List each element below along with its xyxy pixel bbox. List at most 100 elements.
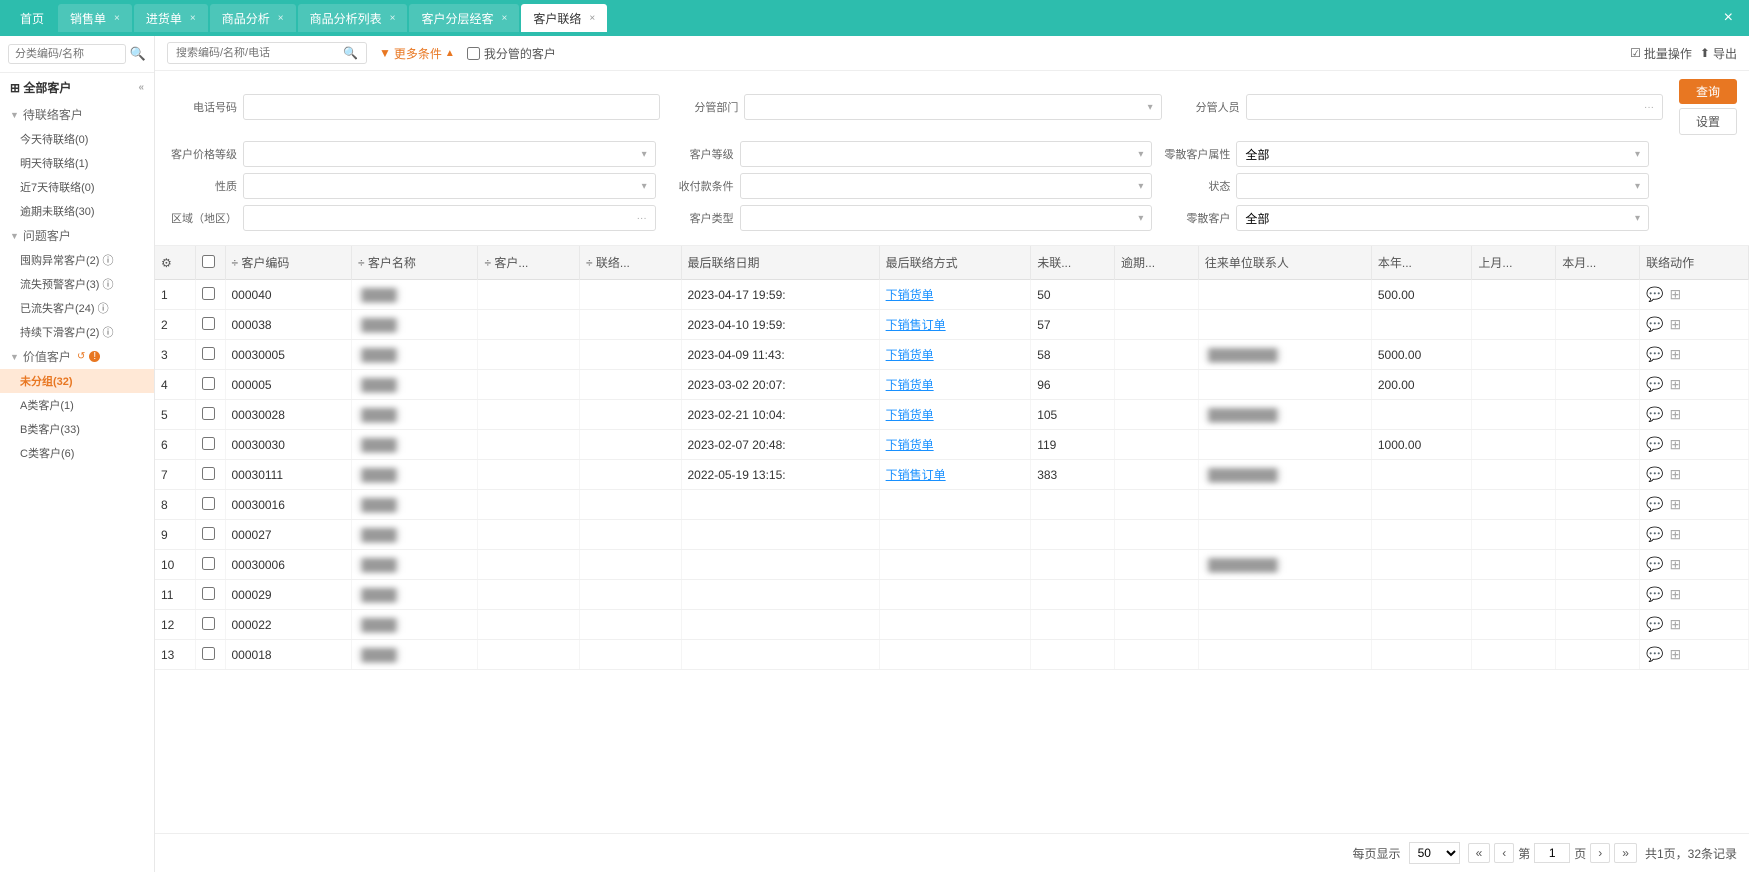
my-customers-checkbox[interactable] <box>467 47 480 60</box>
tab-customer-contact-close[interactable]: × <box>589 13 595 24</box>
filter-phone-input[interactable] <box>243 94 660 120</box>
row-checkbox[interactable] <box>202 587 215 600</box>
th-contact-person[interactable]: 往来单位联系人 <box>1198 246 1371 280</box>
chat-icon[interactable]: 💬 <box>1646 496 1663 513</box>
search-box[interactable]: 🔍 <box>167 42 367 64</box>
chat-icon[interactable]: 💬 <box>1646 316 1663 333</box>
chat-icon[interactable]: 💬 <box>1646 466 1663 483</box>
sidebar-item-tomorrow-pending[interactable]: 明天待联络(1) <box>0 151 154 175</box>
sidebar-search-input[interactable] <box>8 44 126 64</box>
row-checkbox[interactable] <box>202 317 215 330</box>
next-page-button[interactable]: › <box>1590 843 1610 863</box>
row-checkbox[interactable] <box>202 557 215 570</box>
prev-page-button[interactable]: ‹ <box>1494 843 1514 863</box>
th-last-method[interactable]: 最后联络方式 <box>879 246 1031 280</box>
search-icon[interactable]: 🔍 <box>343 46 358 60</box>
row-checkbox[interactable] <box>202 287 215 300</box>
search-input[interactable] <box>176 47 339 59</box>
th-year-amt[interactable]: 本年... <box>1371 246 1472 280</box>
chat-icon[interactable]: 💬 <box>1646 556 1663 573</box>
grid-icon[interactable]: ⊞ <box>1670 496 1682 513</box>
filter-price-level-select[interactable]: ▾ <box>243 141 656 167</box>
th-settings[interactable]: ⚙ <box>155 246 195 280</box>
chat-icon[interactable]: 💬 <box>1646 586 1663 603</box>
row-checkbox[interactable] <box>202 467 215 480</box>
chat-icon[interactable]: 💬 <box>1646 406 1663 423</box>
grid-icon[interactable]: ⊞ <box>1670 526 1682 543</box>
th-last-month[interactable]: 上月... <box>1472 246 1556 280</box>
value-refresh-icon[interactable]: ↺ <box>77 351 85 362</box>
sidebar-search-icon[interactable]: 🔍 <box>130 46 146 62</box>
chat-icon[interactable]: 💬 <box>1646 646 1663 663</box>
row-last-method[interactable]: 下销售订单 <box>879 460 1031 490</box>
filter-person-select[interactable]: ··· <box>1246 94 1663 120</box>
sidebar-item-declining[interactable]: 持续下滑客户(2) ⓘ <box>0 320 154 344</box>
grid-icon[interactable]: ⊞ <box>1670 406 1682 423</box>
tab-sales-order-close[interactable]: × <box>114 13 120 24</box>
grid-icon[interactable]: ⊞ <box>1670 346 1682 363</box>
export-button[interactable]: ⬆ 导出 <box>1700 45 1737 62</box>
row-checkbox[interactable] <box>202 407 215 420</box>
sidebar-item-overdue-pending[interactable]: 逾期未联络(30) <box>0 199 154 223</box>
tab-customer-segment[interactable]: 客户分层经客 × <box>409 4 519 32</box>
row-checkbox[interactable] <box>202 377 215 390</box>
grid-icon[interactable]: ⊞ <box>1670 586 1682 603</box>
sidebar-item-churn-warning[interactable]: 流失预警客户(3) ⓘ <box>0 272 154 296</box>
grid-icon[interactable]: ⊞ <box>1670 646 1682 663</box>
filter-payment-select[interactable]: ▾ <box>740 173 1153 199</box>
window-close-button[interactable]: × <box>1716 9 1741 27</box>
th-no-contact[interactable]: 未联... <box>1031 246 1115 280</box>
row-checkbox[interactable] <box>202 647 215 660</box>
filter-retail-attr-select[interactable]: 全部▾ <box>1236 141 1649 167</box>
row-last-method[interactable]: 下销货单 <box>879 370 1031 400</box>
chat-icon[interactable]: 💬 <box>1646 616 1663 633</box>
select-all-checkbox[interactable] <box>202 255 215 268</box>
page-number-input[interactable] <box>1534 843 1570 863</box>
filter-nature-select[interactable]: ▾ <box>243 173 656 199</box>
row-last-method[interactable]: 下销货单 <box>879 430 1031 460</box>
tab-product-analysis-list[interactable]: 商品分析列表 × <box>298 4 408 32</box>
sidebar-item-class-b[interactable]: B类客户(33) <box>0 417 154 441</box>
th-this-month[interactable]: 本月... <box>1556 246 1640 280</box>
tab-purchase-order-close[interactable]: × <box>190 13 196 24</box>
th-name[interactable]: ÷ 客户名称 <box>351 246 477 280</box>
th-code[interactable]: ÷ 客户编码 <box>225 246 351 280</box>
filter-status-select[interactable]: ▾ <box>1236 173 1649 199</box>
row-checkbox[interactable] <box>202 527 215 540</box>
tab-product-analysis[interactable]: 商品分析 × <box>210 4 296 32</box>
th-check[interactable] <box>195 246 225 280</box>
tab-customer-contact[interactable]: 客户联络 × <box>521 4 607 32</box>
sidebar-problem-group[interactable]: ▼ 问题客户 <box>0 223 154 248</box>
th-last-date[interactable]: 最后联络日期 <box>681 246 879 280</box>
row-last-method[interactable]: 下销货单 <box>879 340 1031 370</box>
filter-customer-type-select[interactable]: ▾ <box>740 205 1153 231</box>
chat-icon[interactable]: 💬 <box>1646 286 1663 303</box>
filter-retail-customer-select[interactable]: 全部▾ <box>1236 205 1649 231</box>
sidebar-item-class-c[interactable]: C类客户(6) <box>0 441 154 465</box>
grid-icon[interactable]: ⊞ <box>1670 286 1682 303</box>
row-checkbox[interactable] <box>202 437 215 450</box>
chat-icon[interactable]: 💬 <box>1646 346 1663 363</box>
my-customers-filter[interactable]: 我分管的客户 <box>467 45 556 62</box>
filter-region-select[interactable]: ··· <box>243 205 656 231</box>
chat-icon[interactable]: 💬 <box>1646 526 1663 543</box>
row-checkbox[interactable] <box>202 497 215 510</box>
more-conditions-button[interactable]: ▼ 更多条件 ▲ <box>379 45 455 62</box>
grid-icon[interactable]: ⊞ <box>1670 316 1682 333</box>
first-page-button[interactable]: « <box>1468 843 1491 863</box>
last-page-button[interactable]: » <box>1614 843 1637 863</box>
grid-icon[interactable]: ⊞ <box>1670 466 1682 483</box>
tab-sales-order[interactable]: 销售单 × <box>58 4 132 32</box>
grid-icon[interactable]: ⊞ <box>1670 436 1682 453</box>
query-button[interactable]: 查询 <box>1679 79 1737 104</box>
chat-icon[interactable]: 💬 <box>1646 376 1663 393</box>
reset-button[interactable]: 设置 <box>1679 108 1737 135</box>
tab-purchase-order[interactable]: 进货单 × <box>134 4 208 32</box>
grid-icon[interactable]: ⊞ <box>1670 376 1682 393</box>
th-contact[interactable]: ÷ 联络... <box>579 246 681 280</box>
sidebar-item-churned[interactable]: 已流失客户(24) ⓘ <box>0 296 154 320</box>
sidebar-item-unclassified[interactable]: 未分组(32) <box>0 369 154 393</box>
tab-product-analysis-list-close[interactable]: × <box>390 13 396 24</box>
sidebar-item-class-a[interactable]: A类客户(1) <box>0 393 154 417</box>
sidebar-item-today-pending[interactable]: 今天待联络(0) <box>0 127 154 151</box>
